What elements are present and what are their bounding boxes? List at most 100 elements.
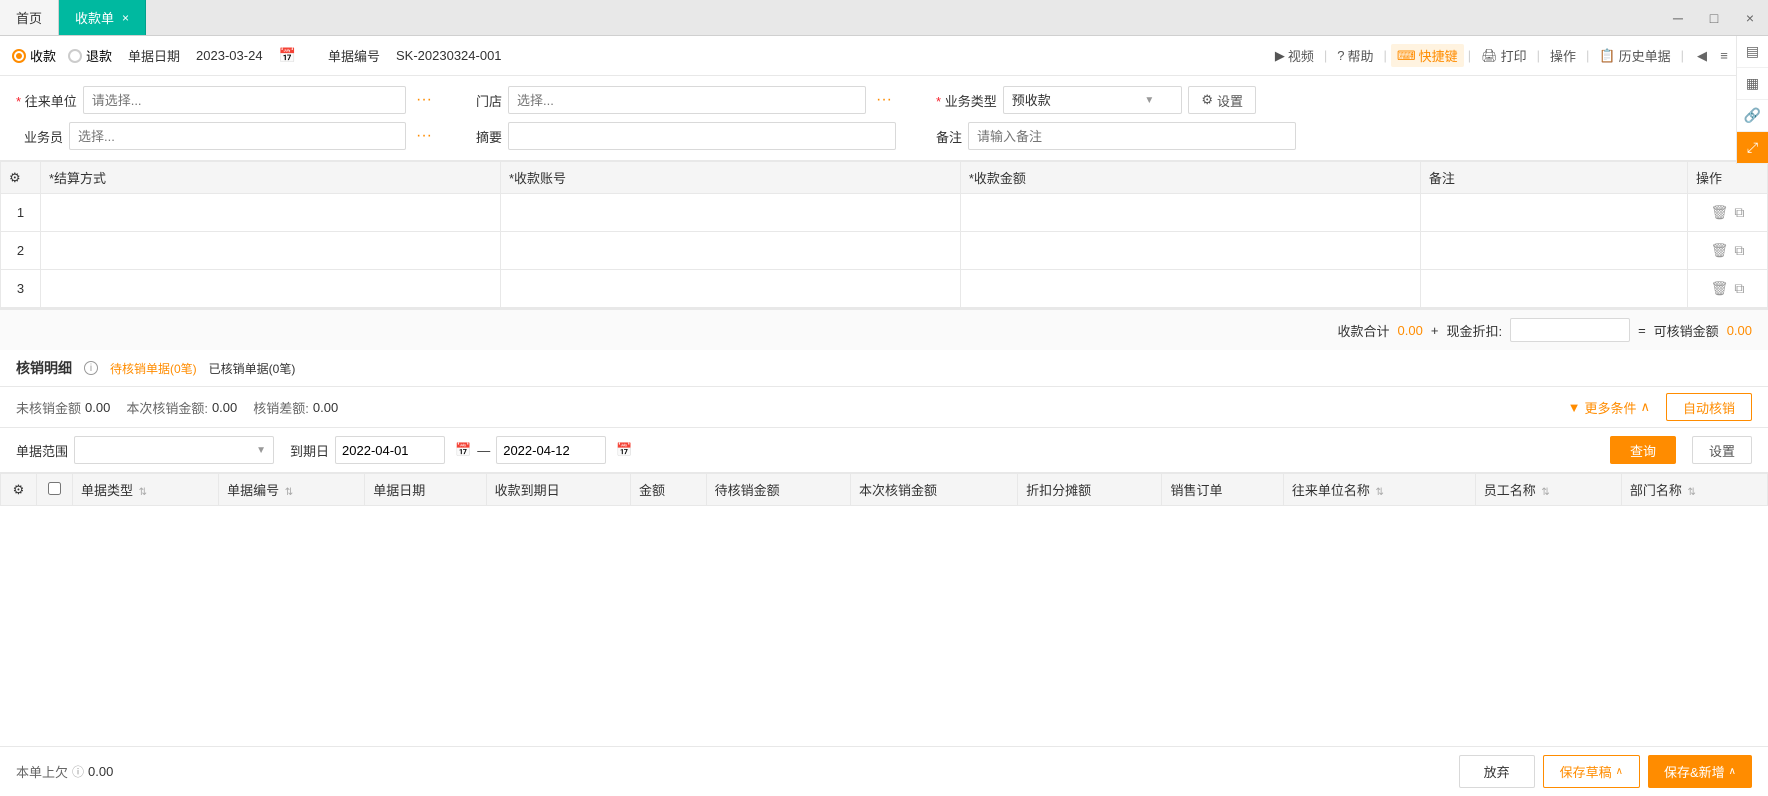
bth-settings[interactable]: ⚙ bbox=[1, 474, 37, 506]
sort-partner-icon[interactable]: ⇅ bbox=[1376, 487, 1384, 498]
shop-more-icon[interactable]: ··· bbox=[872, 91, 896, 109]
bth-check[interactable] bbox=[37, 474, 73, 506]
staff-input[interactable] bbox=[69, 122, 406, 150]
row-settlement-1[interactable] bbox=[41, 194, 501, 232]
summary-row: 收款合计 0.00 + 现金折扣: = 可核销金额 0.00 bbox=[0, 309, 1768, 350]
tab-home[interactable]: 首页 bbox=[0, 0, 59, 35]
th-operation: 操作 bbox=[1688, 162, 1768, 194]
equals-sign: = bbox=[1638, 323, 1646, 338]
summary-label: 摘要 bbox=[476, 127, 502, 146]
radio-refund[interactable]: 退款 bbox=[68, 46, 112, 65]
shortcut-button[interactable]: ⌨ 快捷键 bbox=[1391, 44, 1464, 67]
range-label: 单据范围 bbox=[16, 441, 68, 460]
layout-prev-icon[interactable]: ◀ bbox=[1692, 46, 1712, 66]
help-button[interactable]: ? 帮助 bbox=[1331, 44, 1379, 67]
select-all-checkbox[interactable] bbox=[48, 482, 61, 495]
staff-field: 业务员 ··· bbox=[16, 122, 436, 150]
video-button[interactable]: ▶ 视频 bbox=[1269, 44, 1320, 67]
close-button[interactable]: × bbox=[1732, 0, 1768, 36]
radio-receipt-label: 收款 bbox=[30, 46, 56, 65]
partner-more-icon[interactable]: ··· bbox=[412, 91, 436, 109]
row-settlement-3[interactable] bbox=[41, 270, 501, 308]
radio-receipt[interactable]: 收款 bbox=[12, 46, 56, 65]
layout-list-icon[interactable]: ≡ bbox=[1714, 46, 1734, 66]
sort-staff-icon[interactable]: ⇅ bbox=[1541, 487, 1549, 498]
sidebar-icon-1[interactable]: ▤ bbox=[1737, 36, 1768, 68]
settings-icon: ⚙ bbox=[9, 170, 21, 185]
date-to-input[interactable] bbox=[496, 436, 606, 464]
table-row: 2 🗑 ⧉ bbox=[1, 232, 1768, 270]
sort-dept-icon[interactable]: ⇅ bbox=[1687, 487, 1695, 498]
remark-input[interactable] bbox=[968, 122, 1296, 150]
row-remark-1[interactable] bbox=[1420, 194, 1687, 232]
row-account-2[interactable] bbox=[500, 232, 960, 270]
operation-button[interactable]: 操作 bbox=[1544, 44, 1582, 67]
total-label: 收款合计 bbox=[1338, 321, 1390, 340]
calendar-from-icon[interactable]: 📅 bbox=[455, 442, 471, 458]
copy-icon-1[interactable]: ⧉ bbox=[1734, 204, 1744, 221]
table-header-row: ⚙ *结算方式 *收款账号 *收款金额 备注 操作 bbox=[1, 162, 1768, 194]
table-row: 3 🗑 ⧉ bbox=[1, 270, 1768, 308]
row-settlement-2[interactable] bbox=[41, 232, 501, 270]
biz-type-label: * 业务类型 bbox=[936, 91, 997, 110]
discount-input[interactable] bbox=[1510, 318, 1630, 342]
delete-icon-3[interactable]: 🗑 bbox=[1711, 280, 1729, 297]
save-new-button[interactable]: 保存&新增 ∧ bbox=[1648, 755, 1752, 788]
tab-close-icon[interactable]: × bbox=[122, 11, 129, 25]
save-draft-button[interactable]: 保存草稿 ∧ bbox=[1543, 755, 1640, 788]
pending-tab[interactable]: 待核销单据(0笔) bbox=[110, 360, 197, 377]
query-button[interactable]: 查询 bbox=[1610, 436, 1676, 464]
date-from-input[interactable] bbox=[335, 436, 445, 464]
row-amount-1[interactable] bbox=[960, 194, 1420, 232]
reconcile-settings-button[interactable]: 设置 bbox=[1692, 436, 1752, 464]
shop-input[interactable] bbox=[508, 86, 866, 114]
staff-more-icon[interactable]: ··· bbox=[412, 127, 436, 145]
row-account-1[interactable] bbox=[500, 194, 960, 232]
footer-actions: 放弃 保存草稿 ∧ 保存&新增 ∧ bbox=[1459, 755, 1752, 788]
summary-input[interactable] bbox=[508, 122, 896, 150]
row-remark-2[interactable] bbox=[1420, 232, 1687, 270]
biz-type-select[interactable]: 预收款 bbox=[1003, 86, 1183, 114]
sort-no-icon[interactable]: ⇅ bbox=[285, 487, 293, 498]
copy-icon-2[interactable]: ⧉ bbox=[1734, 242, 1744, 259]
settings-button[interactable]: ⚙ 设置 bbox=[1188, 86, 1256, 114]
bth-amount: 金额 bbox=[630, 474, 706, 506]
sort-type-icon[interactable]: ⇅ bbox=[139, 487, 147, 498]
print-button[interactable]: 🖨 打印 bbox=[1475, 44, 1533, 67]
tab-receipt-label: 收款单 bbox=[75, 8, 114, 27]
auto-reconcile-button[interactable]: 自动核销 bbox=[1666, 393, 1752, 421]
row-account-3[interactable] bbox=[500, 270, 960, 308]
print-icon: 🖨 bbox=[1481, 48, 1498, 64]
done-tab[interactable]: 已核销单据(0笔) bbox=[209, 360, 296, 377]
order-info-icon[interactable]: ⓘ bbox=[72, 763, 84, 780]
radio-refund-label: 退款 bbox=[86, 46, 112, 65]
tab-receipt[interactable]: 收款单 × bbox=[59, 0, 146, 35]
radio-receipt-dot bbox=[12, 49, 26, 63]
sidebar-icon-2[interactable]: ▦ bbox=[1737, 68, 1768, 100]
row-amount-3[interactable] bbox=[960, 270, 1420, 308]
row-amount-2[interactable] bbox=[960, 232, 1420, 270]
maximize-button[interactable]: □ bbox=[1696, 0, 1732, 36]
range-select[interactable] bbox=[74, 436, 274, 464]
history-button[interactable]: 📋 历史单据 bbox=[1593, 44, 1676, 67]
sidebar-icon-4[interactable]: ⤢ bbox=[1737, 132, 1768, 164]
reconcile-info-icon[interactable]: i bbox=[84, 361, 98, 375]
table-row: 1 🗑 ⧉ bbox=[1, 194, 1768, 232]
calendar-icon[interactable]: 📅 bbox=[279, 47, 296, 64]
delete-icon-1[interactable]: 🗑 bbox=[1711, 204, 1729, 221]
more-conditions-label: 更多条件 bbox=[1584, 398, 1636, 417]
sidebar-icon-3[interactable]: 🔗 bbox=[1737, 100, 1768, 132]
more-conditions-button[interactable]: ▼ 更多条件 ∧ bbox=[1568, 398, 1650, 417]
chevron-up-icon: ∧ bbox=[1640, 399, 1650, 415]
delete-icon-2[interactable]: 🗑 bbox=[1711, 242, 1729, 259]
shop-label: 门店 bbox=[476, 91, 502, 110]
help-icon: ? bbox=[1337, 48, 1344, 63]
copy-icon-3[interactable]: ⧉ bbox=[1734, 280, 1744, 297]
row-remark-3[interactable] bbox=[1420, 270, 1687, 308]
th-settings[interactable]: ⚙ bbox=[1, 162, 41, 194]
minimize-button[interactable]: ─ bbox=[1660, 0, 1696, 36]
tab-bar: 首页 收款单 × ─ □ × bbox=[0, 0, 1768, 36]
abandon-button[interactable]: 放弃 bbox=[1459, 755, 1535, 788]
calendar-to-icon[interactable]: 📅 bbox=[616, 442, 632, 458]
partner-input[interactable] bbox=[83, 86, 406, 114]
